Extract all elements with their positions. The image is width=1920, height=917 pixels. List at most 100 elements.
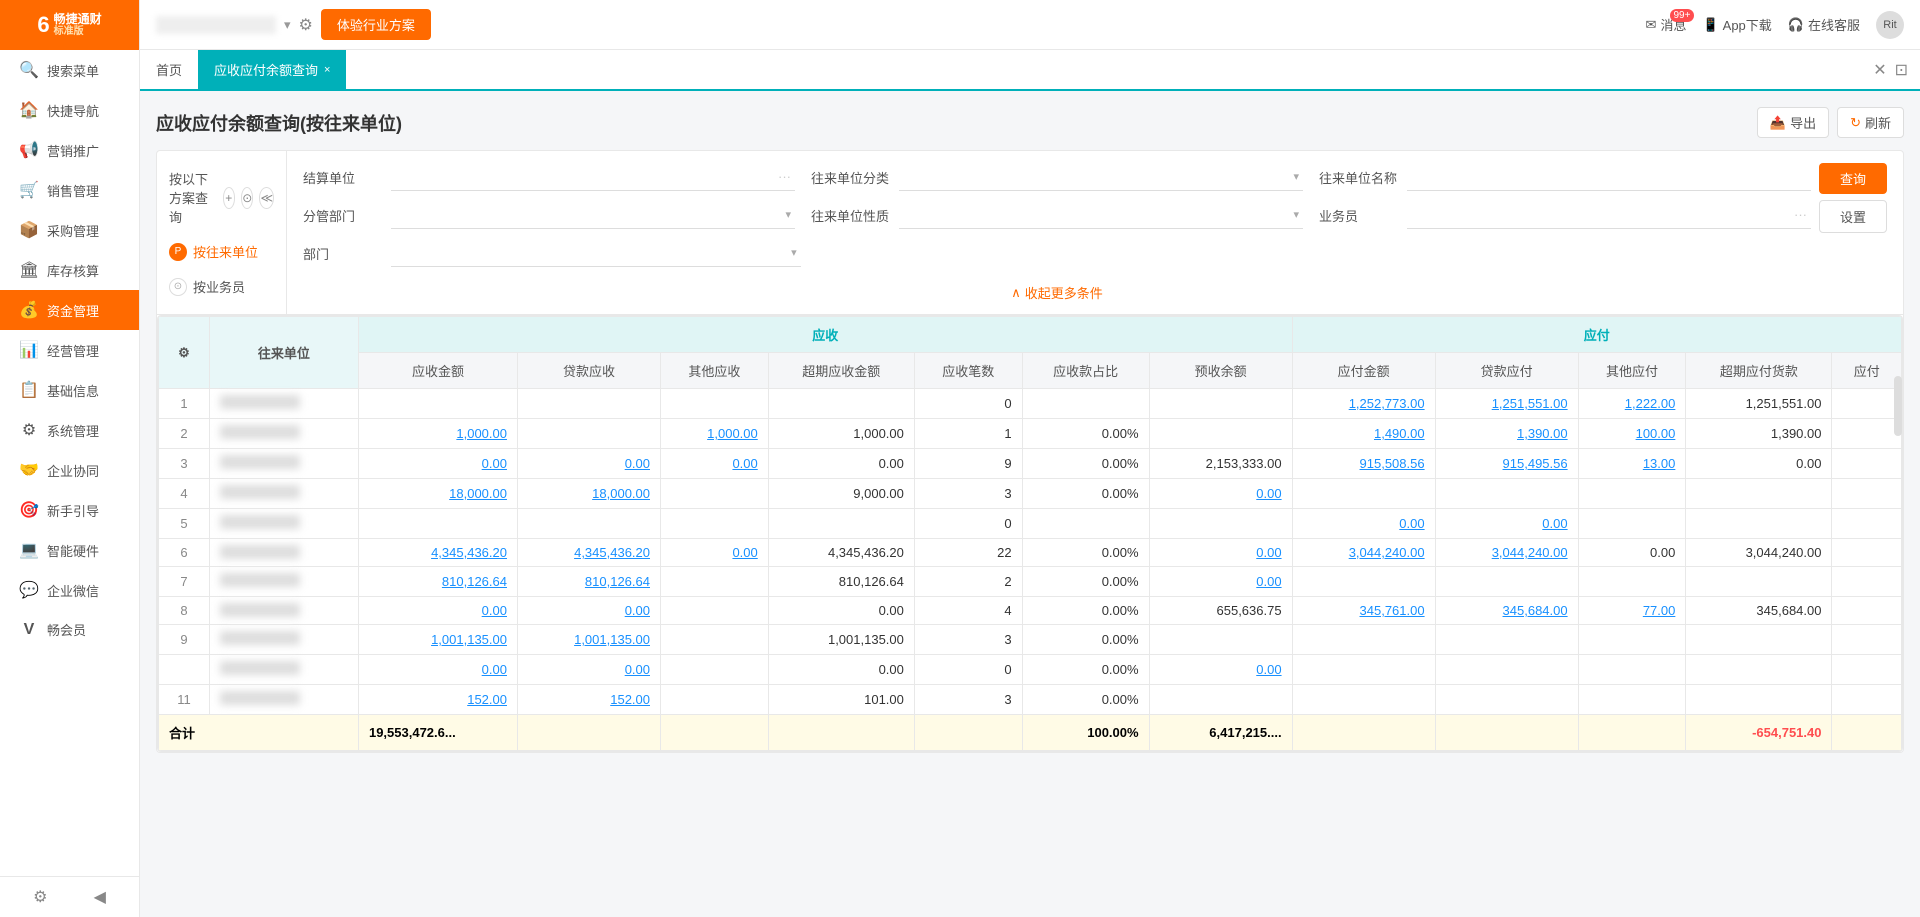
filter-field-dept: 部门 ▾ <box>303 239 801 267</box>
col-group-ap: 应付 <box>1292 317 1901 353</box>
collapse-left-icon[interactable]: ≪ <box>259 187 274 209</box>
tabs-window-controls: ✕ ⊡ <box>1873 60 1920 80</box>
filter-field-salesperson: 业务员 ··· <box>1319 201 1811 229</box>
user-avatar[interactable]: Rit <box>1876 11 1904 39</box>
query-button[interactable]: 查询 <box>1819 163 1887 194</box>
filter-field-partner-nature: 往来单位性质 ▾ <box>811 201 1303 229</box>
maximize-window-icon[interactable]: ⊡ <box>1895 60 1908 80</box>
company-name <box>156 16 276 34</box>
sidebar-item-marketing[interactable]: 📢 营销推广 <box>0 130 139 170</box>
logo-sub: 标准版 <box>54 26 102 38</box>
col-ar-count: 应收笔数 <box>914 353 1022 389</box>
sidebar-item-basic-info[interactable]: 📋 基础信息 <box>0 370 139 410</box>
message-button[interactable]: ✉ 消息 99+ <box>1646 15 1687 34</box>
department-label: 分管部门 <box>303 206 383 225</box>
collapse-sidebar-icon[interactable]: ◀ <box>94 887 106 907</box>
sidebar-menu: 🔍 搜索菜单 🏠 快捷导航 📢 营销推广 🛒 销售管理 📦 采购管理 🏛 库存核… <box>0 50 139 876</box>
page-header: 应收应付余额查询(按往来单位) 📤 导出 ↻ 刷新 <box>156 107 1904 138</box>
page-content: 应收应付余额查询(按往来单位) 📤 导出 ↻ 刷新 按以下方案查询 <box>140 91 1920 917</box>
sidebar-item-system[interactable]: ⚙ 系统管理 <box>0 410 139 450</box>
filter-row-3: 部门 ▾ <box>303 239 1811 267</box>
app-download-button[interactable]: 📱 App下载 <box>1702 15 1771 34</box>
partner-nature-label: 往来单位性质 <box>811 206 891 225</box>
sidebar-item-guide[interactable]: 🎯 新手引导 <box>0 490 139 530</box>
partner-category-label: 往来单位分类 <box>811 168 891 187</box>
query-mode-by-partner[interactable]: P 按往来单位 <box>157 234 286 269</box>
topbar-right: ✉ 消息 99+ 📱 App下载 🎧 在线客服 Rit <box>1646 11 1904 39</box>
col-ap-last: 应付 <box>1832 353 1902 389</box>
table-row: 0.00 0.00 0.00 0 0.00% 0.00 <box>159 655 1902 685</box>
sidebar: 6 畅捷通财 标准版 🔍 搜索菜单 🏠 快捷导航 📢 营销推广 🛒 销售管理 📦… <box>0 0 140 917</box>
salesperson-label: 业务员 <box>1319 206 1399 225</box>
refresh-button[interactable]: ↻ 刷新 <box>1837 107 1904 138</box>
member-icon: V <box>19 621 39 639</box>
table-row: 1 0 1,252,773.00 1,251,551.00 1,222.00 1… <box>159 389 1902 419</box>
sidebar-item-purchase[interactable]: 📦 采购管理 <box>0 210 139 250</box>
table-row: 5 0 0.00 0.00 <box>159 509 1902 539</box>
department-input[interactable]: ▾ <box>391 201 795 229</box>
tab-close-icon[interactable]: × <box>324 64 330 76</box>
sidebar-item-inventory[interactable]: 🏛 库存核算 <box>0 250 139 290</box>
export-button[interactable]: 📤 导出 <box>1757 107 1829 138</box>
settings-button[interactable]: 设置 <box>1819 200 1887 233</box>
sidebar-item-enterprise[interactable]: 🤝 企业协同 <box>0 450 139 490</box>
message-badge: 99+ <box>1670 9 1695 22</box>
sidebar-item-sales[interactable]: 🛒 销售管理 <box>0 170 139 210</box>
sidebar-item-operations[interactable]: 📊 经营管理 <box>0 330 139 370</box>
by-salesperson-icon: ⊙ <box>169 278 187 296</box>
filter-field-settlement: 结算单位 ··· <box>303 163 795 191</box>
table-row: 9 1,001,135.00 1,001,135.00 1,001,135.00… <box>159 625 1902 655</box>
dept-input[interactable]: ▾ <box>391 239 801 267</box>
sidebar-item-hardware[interactable]: 💻 智能硬件 <box>0 530 139 570</box>
settings-footer-icon[interactable]: ⚙ <box>33 887 47 907</box>
col-ap-other: 其他应付 <box>1578 353 1686 389</box>
tabs: 首页 应收应付余额查询 × ✕ ⊡ <box>140 50 1920 91</box>
col-ar-prepay: 预收余额 <box>1149 353 1292 389</box>
table-row: 8 P 0.00 0.00 0.00 4 0.00% 655,636.75 34… <box>159 597 1902 625</box>
online-service-button[interactable]: 🎧 在线客服 <box>1788 15 1860 34</box>
total-ap-overdue: -654,751.40 <box>1686 715 1832 751</box>
setting-filter-icon[interactable]: ⊙ <box>241 187 253 209</box>
search-icon: 🔍 <box>19 60 39 80</box>
query-mode-by-salesperson[interactable]: ⊙ 按业务员 <box>157 269 286 304</box>
close-window-icon[interactable]: ✕ <box>1873 60 1886 80</box>
table-row: 11 152.00 152.00 101.00 3 0.00% <box>159 685 1902 715</box>
sidebar-item-nav[interactable]: 🏠 快捷导航 <box>0 90 139 130</box>
query-buttons: 查询 设置 <box>1819 163 1887 302</box>
col-settings-icon[interactable]: ⚙ <box>159 317 210 389</box>
sidebar-item-finance[interactable]: 💰 资金管理 <box>0 290 139 330</box>
enterprise-icon: 🤝 <box>19 460 39 480</box>
tab-home[interactable]: 首页 <box>140 50 198 91</box>
try-solution-button[interactable]: 体验行业方案 <box>321 9 431 40</box>
collapse-chevron-icon: ∧ <box>1011 285 1021 301</box>
settlement-input[interactable]: ··· <box>391 163 795 191</box>
table-row: 2 1,000.00 1,000.00 1,000.00 1 0.00% 1,4… <box>159 419 1902 449</box>
table-row: 3 0.00 0.00 0.00 0.00 9 0.00% 2,153,333.… <box>159 449 1902 479</box>
sidebar-item-wechat[interactable]: 💬 企业微信 <box>0 570 139 610</box>
table-group-header: ⚙ 往来单位 应收 应付 <box>159 317 1902 353</box>
wechat-icon: 💬 <box>19 580 39 600</box>
table-container: ⚙ 往来单位 应收 应付 应收金额 贷款应收 其他应收 超期应收金额 应收笔数 … <box>157 315 1903 752</box>
partner-nature-input[interactable]: ▾ <box>899 201 1303 229</box>
col-group-ar: 应收 <box>358 317 1292 353</box>
table-sub-header: 应收金额 贷款应收 其他应收 超期应收金额 应收笔数 应收款占比 预收余额 应付… <box>159 353 1902 389</box>
partner-category-input[interactable]: ▾ <box>899 163 1303 191</box>
department-arrow-icon: ▾ <box>785 208 791 221</box>
tab-ar-ap-query[interactable]: 应收应付余额查询 × <box>198 50 346 91</box>
settlement-label: 结算单位 <box>303 168 383 187</box>
sidebar-item-search[interactable]: 🔍 搜索菜单 <box>0 50 139 90</box>
filter-field-partner-name: 往来单位名称 <box>1319 163 1811 191</box>
sidebar-item-member[interactable]: V 畅会员 <box>0 610 139 649</box>
table-row: 7 810,126.64 810,126.64 810,126.64 2 0.0… <box>159 567 1902 597</box>
sidebar-footer: ⚙ ◀ <box>0 876 139 917</box>
table-scrollbar[interactable] <box>1894 376 1902 436</box>
topbar-gear-icon[interactable]: ⚙ <box>299 15 313 35</box>
company-dropdown-arrow[interactable]: ▾ <box>284 17 291 33</box>
add-filter-icon[interactable]: + <box>223 187 235 209</box>
inventory-icon: 🏛 <box>19 260 39 280</box>
dept-label: 部门 <box>303 244 383 263</box>
collapse-more-conditions[interactable]: ∧ 收起更多条件 <box>303 275 1811 302</box>
salesperson-input[interactable]: ··· <box>1407 201 1811 229</box>
partner-name-input[interactable] <box>1407 163 1811 191</box>
table-row: 6 ✓ 4,345,436.20 4,345,436.20 0.00 4,345… <box>159 539 1902 567</box>
